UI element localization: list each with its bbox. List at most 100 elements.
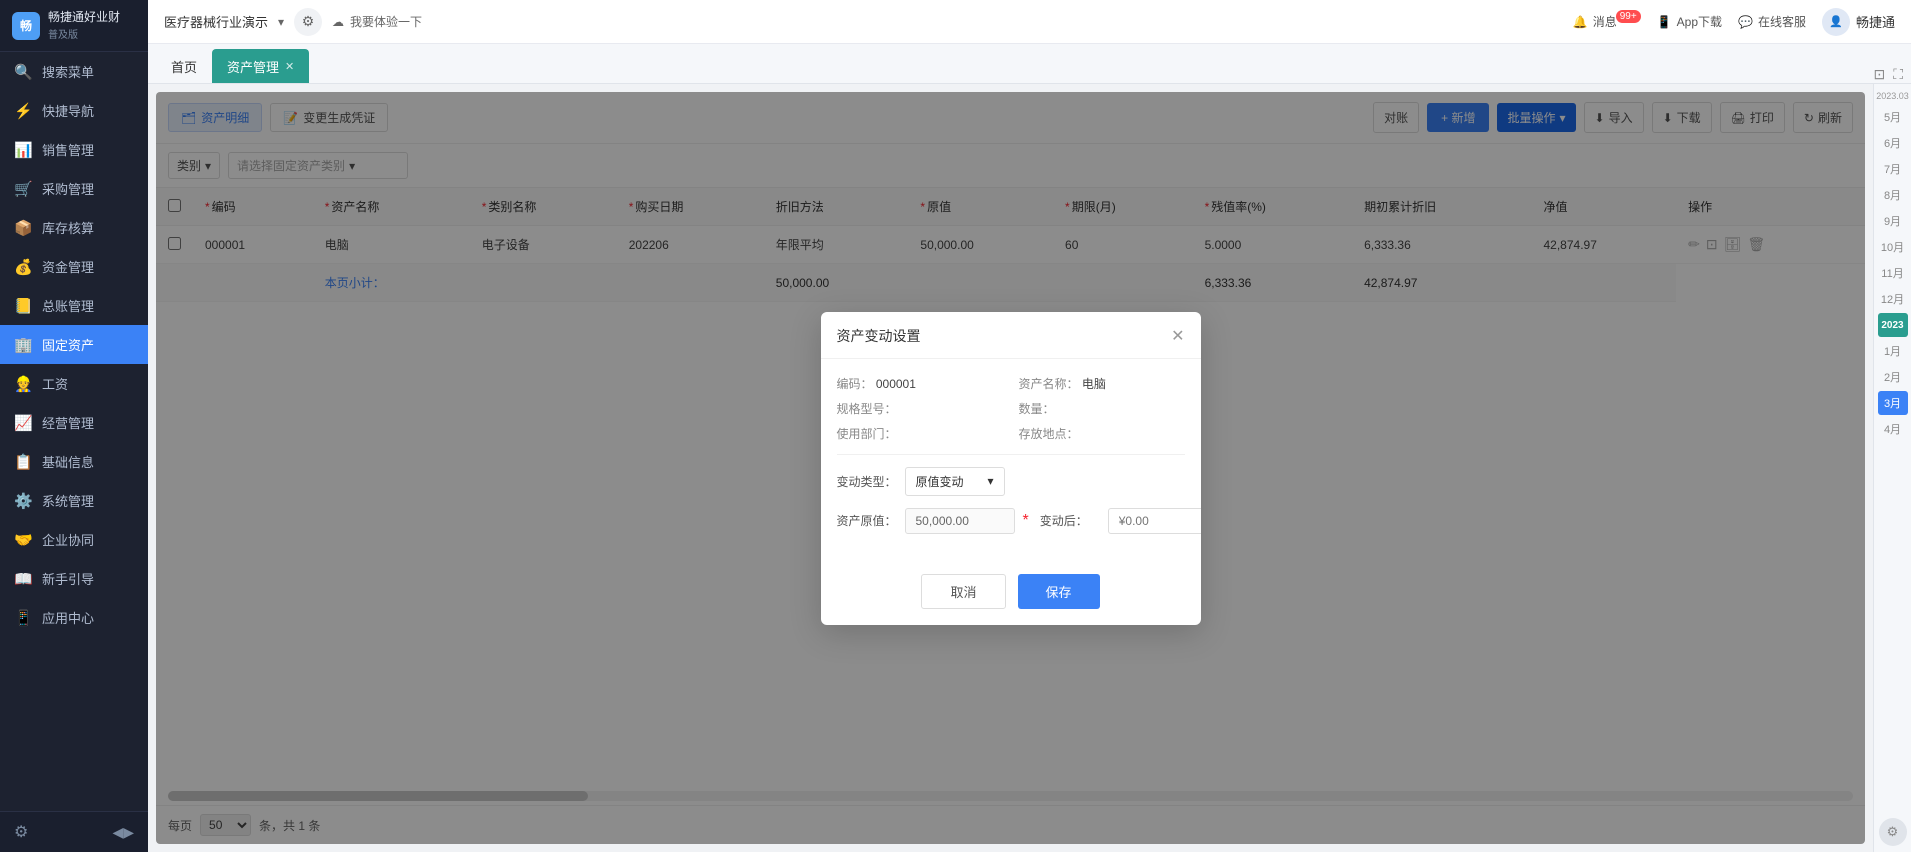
company-name: 医疗器械行业演示 — [164, 12, 268, 31]
original-value-field: 资产原值： * 变动后： — [837, 508, 1185, 534]
modal-location-label: 存放地点： — [1019, 427, 1079, 441]
cal-month-6[interactable]: 6月 — [1878, 131, 1908, 155]
app-download-button[interactable]: 📱 App下载 — [1657, 13, 1722, 30]
original-value-input[interactable] — [905, 508, 1015, 534]
tab-close-icon[interactable]: ✕ — [285, 60, 294, 73]
sidebar-item-app-center[interactable]: 📱 应用中心 — [0, 598, 148, 637]
modal-body: 编码： 000001 资产名称： 电脑 规格型号： — [821, 359, 1201, 562]
modal-asset-name-label: 资产名称： — [1019, 377, 1079, 391]
sidebar-item-label: 总账管理 — [42, 296, 94, 315]
calendar-settings-icon[interactable]: ⚙ — [1879, 818, 1907, 846]
sidebar-item-basic-info[interactable]: 📋 基础信息 — [0, 442, 148, 481]
notifications-button[interactable]: 🔔 消息 99+ — [1573, 13, 1641, 30]
cancel-button[interactable]: 取消 — [921, 574, 1005, 609]
tabs-bar: 首页 资产管理 ✕ ⊡ ⛶ — [148, 44, 1911, 84]
sidebar-item-quick-nav[interactable]: ⚡ 快捷导航 — [0, 91, 148, 130]
sidebar-item-salary[interactable]: 👷 工资 — [0, 364, 148, 403]
sidebar: 畅 畅捷通好业财 普及版 🔍 搜索菜单 ⚡ 快捷导航 📊 销售管理 🛒 采购管理… — [0, 0, 148, 852]
modal-quantity-field: 数量： — [1019, 400, 1185, 417]
sidebar-item-label: 搜索菜单 — [42, 62, 94, 81]
content-wrap: 🗂 资产明细 📝 变更生成凭证 对账 + 新增 — [148, 84, 1873, 852]
online-service-button[interactable]: 💬 在线客服 — [1738, 13, 1806, 30]
sidebar-item-label: 销售管理 — [42, 140, 94, 159]
user-menu[interactable]: 👤 畅捷通 — [1822, 8, 1895, 36]
fixed-assets-icon: 🏢 — [14, 336, 32, 354]
cal-month-12[interactable]: 12月 — [1878, 287, 1908, 311]
restore-icon[interactable]: ⊡ — [1873, 66, 1885, 83]
tab-home[interactable]: 首页 — [156, 49, 212, 83]
cal-month-11[interactable]: 11月 — [1878, 261, 1908, 285]
modal-footer: 取消 保存 — [821, 562, 1201, 625]
modal-code-value: 000001 — [876, 377, 916, 391]
sidebar-item-sales[interactable]: 📊 销售管理 — [0, 130, 148, 169]
change-type-select[interactable]: 原值变动 ▾ — [905, 467, 1005, 496]
cal-month-5[interactable]: 5月 — [1878, 105, 1908, 129]
expand-icon[interactable]: ⛶ — [1893, 66, 1903, 83]
sidebar-item-label: 经营管理 — [42, 413, 94, 432]
header-left: 医疗器械行业演示 ▾ ⚙ ☁ 我要体验一下 — [164, 8, 422, 36]
right-calendar: 2023.03 5月 6月 7月 8月 9月 10月 11月 12月 2023 … — [1873, 84, 1911, 852]
tab-asset-label: 资产管理 — [227, 57, 279, 76]
sidebar-item-label: 企业协同 — [42, 530, 94, 549]
cal-year-2023[interactable]: 2023 — [1878, 313, 1908, 337]
online-service-label: 在线客服 — [1758, 13, 1806, 30]
chevron-down-icon: ▾ — [278, 15, 284, 29]
sidebar-item-purchase[interactable]: 🛒 采购管理 — [0, 169, 148, 208]
sales-icon: 📊 — [14, 141, 32, 159]
header-right: 🔔 消息 99+ 📱 App下载 💬 在线客服 👤 畅捷通 — [1573, 8, 1895, 36]
cal-month-9[interactable]: 9月 — [1878, 209, 1908, 233]
cal-month-1[interactable]: 1月 — [1878, 339, 1908, 363]
app-edition: 普及版 — [48, 26, 120, 41]
modal-close-button[interactable]: ✕ — [1171, 326, 1184, 346]
app-name: 畅捷通好业财 — [48, 10, 120, 26]
cal-month-4[interactable]: 4月 — [1878, 417, 1908, 441]
collapse-icon[interactable]: ◀▶ — [112, 824, 134, 841]
tab-home-label: 首页 — [171, 57, 197, 76]
sidebar-item-fixed-assets[interactable]: 🏢 固定资产 — [0, 325, 148, 364]
modal-spec-label: 规格型号： — [837, 402, 897, 416]
after-change-label: 变动后： — [1040, 512, 1100, 529]
purchase-icon: 🛒 — [14, 180, 32, 198]
sidebar-item-label: 资金管理 — [42, 257, 94, 276]
sidebar-item-business[interactable]: 📈 经营管理 — [0, 403, 148, 442]
cal-month-3[interactable]: 3月 — [1878, 391, 1908, 415]
inventory-icon: 📦 — [14, 219, 32, 237]
modal-dept-label: 使用部门： — [837, 427, 897, 441]
experience-icon: ☁ — [332, 15, 344, 29]
modal-code-field: 编码： 000001 — [837, 375, 1003, 392]
sidebar-item-label: 基础信息 — [42, 452, 94, 471]
save-button[interactable]: 保存 — [1018, 574, 1100, 609]
cal-month-8[interactable]: 8月 — [1878, 183, 1908, 207]
settings-icon[interactable]: ⚙ — [14, 822, 28, 842]
sidebar-item-search[interactable]: 🔍 搜索菜单 — [0, 52, 148, 91]
modal-dept-field: 使用部门： — [837, 425, 1003, 442]
company-dropdown[interactable]: ▾ — [278, 15, 284, 29]
download-icon: 📱 — [1657, 15, 1672, 29]
sidebar-item-enterprise[interactable]: 🤝 企业协同 — [0, 520, 148, 559]
sidebar-item-inventory[interactable]: 📦 库存核算 — [0, 208, 148, 247]
tab-asset-management[interactable]: 资产管理 ✕ — [212, 49, 309, 83]
cal-month-7[interactable]: 7月 — [1878, 157, 1908, 181]
cal-month-10[interactable]: 10月 — [1878, 235, 1908, 259]
modal-overlay: 资产变动设置 ✕ 编码： 000001 资产名称： — [156, 92, 1865, 844]
user-name: 畅捷通 — [1856, 12, 1895, 31]
sidebar-item-finance[interactable]: 💰 资金管理 — [0, 247, 148, 286]
sidebar-item-system[interactable]: ⚙️ 系统管理 — [0, 481, 148, 520]
avatar: 👤 — [1822, 8, 1850, 36]
experience-button[interactable]: ☁ 我要体验一下 — [332, 13, 422, 30]
sidebar-item-guide[interactable]: 📖 新手引导 — [0, 559, 148, 598]
cal-month-2[interactable]: 2月 — [1878, 365, 1908, 389]
modal-quantity-label: 数量： — [1019, 402, 1055, 416]
modal-header: 资产变动设置 ✕ — [821, 312, 1201, 359]
sidebar-item-ledger[interactable]: 📒 总账管理 — [0, 286, 148, 325]
settings-button[interactable]: ⚙ — [294, 8, 322, 36]
sidebar-item-label: 系统管理 — [42, 491, 94, 510]
change-type-field: 变动类型： 原值变动 ▾ — [837, 467, 1185, 496]
modal-spec-field: 规格型号： — [837, 400, 1003, 417]
after-change-input[interactable] — [1108, 508, 1201, 534]
sidebar-item-label: 工资 — [42, 374, 68, 393]
sidebar-item-label: 库存核算 — [42, 218, 94, 237]
change-type-label: 变动类型： — [837, 473, 897, 490]
sidebar-item-label: 采购管理 — [42, 179, 94, 198]
sidebar-logo: 畅 畅捷通好业财 普及版 — [0, 0, 148, 52]
